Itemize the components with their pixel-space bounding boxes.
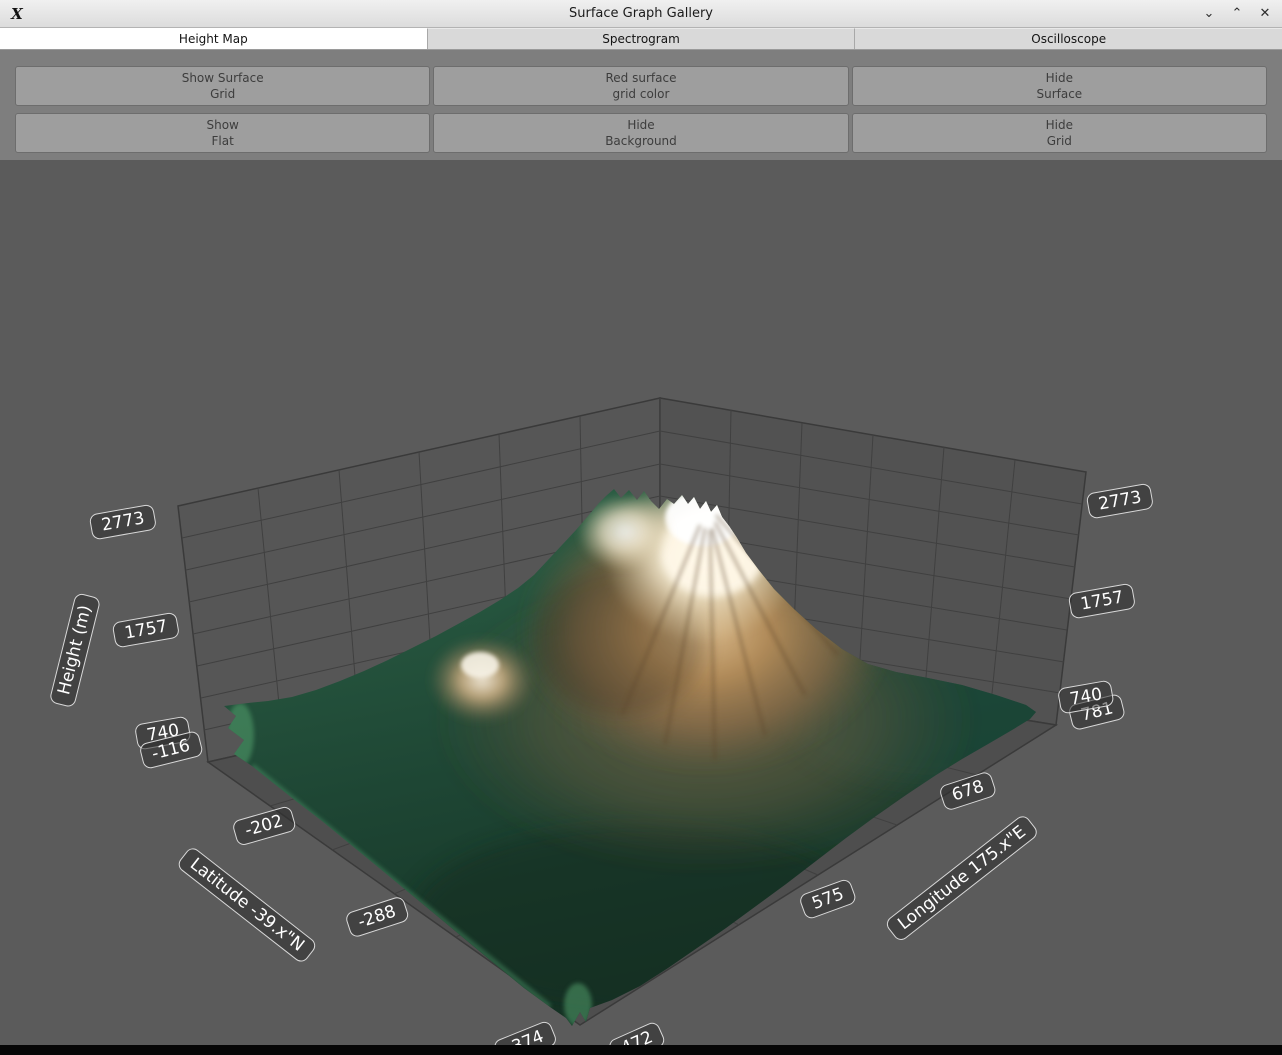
tab-oscilloscope[interactable]: Oscilloscope xyxy=(855,28,1282,49)
hide-background-button[interactable]: Hide Background xyxy=(433,113,848,153)
app-window: X Surface Graph Gallery ⌄ ⌃ ✕ Height Map… xyxy=(0,0,1282,1055)
button-label: Grid xyxy=(210,86,235,102)
button-label: Hide xyxy=(1046,70,1073,86)
surface-grid-color-button[interactable]: Red surface grid color xyxy=(433,66,848,106)
tab-height-map[interactable]: Height Map xyxy=(0,28,428,49)
show-surface-grid-button[interactable]: Show Surface Grid xyxy=(15,66,430,106)
tab-spectrogram[interactable]: Spectrogram xyxy=(428,28,856,49)
button-label: Hide xyxy=(1046,117,1073,133)
button-label: Flat xyxy=(212,133,234,149)
bottom-edge xyxy=(0,1045,1282,1055)
button-label: grid color xyxy=(613,86,670,102)
tab-bar: Height Map Spectrogram Oscilloscope xyxy=(0,28,1282,50)
maximize-icon[interactable]: ⌃ xyxy=(1228,5,1246,23)
close-icon[interactable]: ✕ xyxy=(1256,5,1274,23)
surface-plot-canvas[interactable]: 2773 1757 740 Height (m) 2773 1757 781 7… xyxy=(0,160,1282,1045)
hide-surface-button[interactable]: Hide Surface xyxy=(852,66,1267,106)
button-label: Hide xyxy=(627,117,654,133)
toolbar: Show Surface Grid Red surface grid color… xyxy=(0,50,1282,160)
hide-grid-button[interactable]: Hide Grid xyxy=(852,113,1267,153)
window-title: Surface Graph Gallery xyxy=(0,6,1282,21)
button-label: Show xyxy=(206,117,238,133)
app-icon: X xyxy=(8,5,26,23)
window-controls: ⌄ ⌃ ✕ xyxy=(1200,0,1274,28)
button-label: Red surface xyxy=(606,70,677,86)
button-label: Show Surface xyxy=(182,70,264,86)
button-label: Surface xyxy=(1036,86,1082,102)
titlebar: X Surface Graph Gallery ⌄ ⌃ ✕ xyxy=(0,0,1282,28)
button-label: Grid xyxy=(1047,133,1072,149)
minimize-icon[interactable]: ⌄ xyxy=(1200,5,1218,23)
button-label: Background xyxy=(605,133,677,149)
show-flat-button[interactable]: Show Flat xyxy=(15,113,430,153)
